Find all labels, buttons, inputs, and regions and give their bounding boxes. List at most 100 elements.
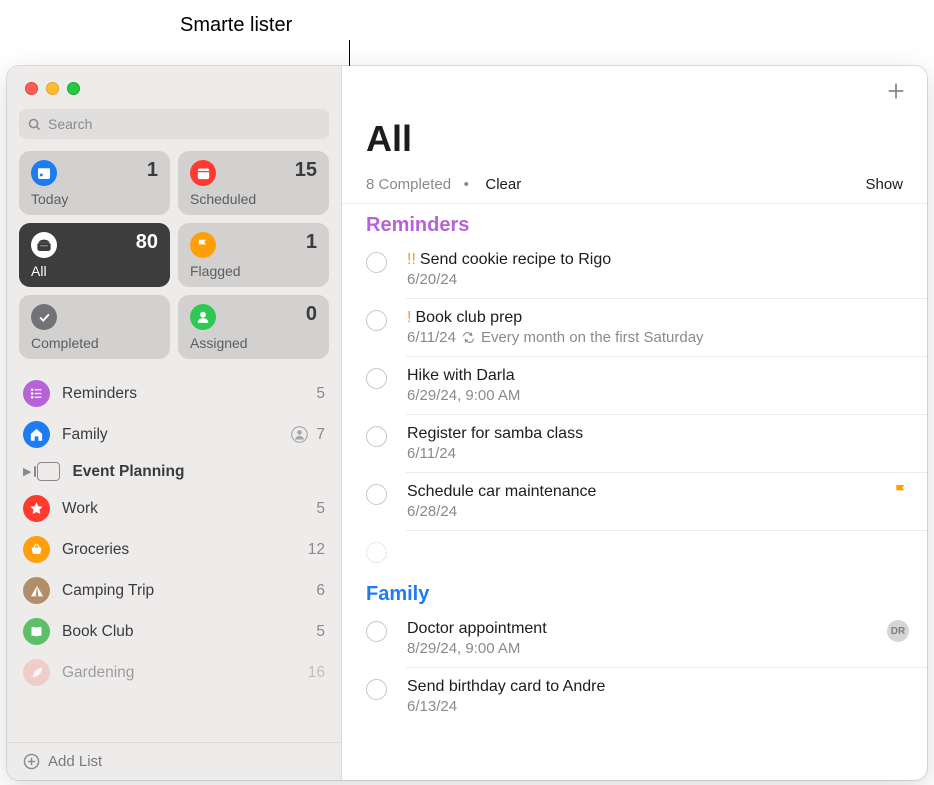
search-input[interactable]: Search [19,109,329,139]
tent-icon [23,577,50,604]
leaf-icon [23,659,50,686]
complete-toggle[interactable] [366,679,387,700]
smart-card-scheduled[interactable]: 15Scheduled [178,151,329,215]
clear-button[interactable]: Clear [485,176,521,193]
list-count: 12 [308,541,325,559]
list-label: Work [62,500,316,518]
reminder-subtitle: 6/11/24 Every month on the first Saturda… [407,329,909,346]
bullets-icon [23,380,50,407]
reminder-subtitle: 6/11/24 [407,445,909,462]
list-row-reminders[interactable]: Reminders5 [13,373,335,414]
smart-label: Flagged [190,263,317,279]
new-reminder-button[interactable] [885,80,907,102]
sidebar: Search 1Today15Scheduled80All1FlaggedCom… [7,66,342,780]
reminder-subtitle: 6/20/24 [407,271,909,288]
smart-card-flagged[interactable]: 1Flagged [178,223,329,287]
reminder-item[interactable]: !! Send cookie recipe to Rigo 6/20/24 [342,241,927,298]
smart-count: 0 [306,303,317,326]
complete-toggle[interactable] [366,484,387,505]
completed-count: 8 Completed [366,176,451,193]
list-row-evplanning[interactable]: ▶Event Planning [13,455,335,488]
minimize-window[interactable] [46,82,59,95]
reminder-item[interactable]: Register for samba class6/11/24 [342,415,927,472]
list-count: 7 [316,426,325,444]
smart-label: All [31,263,158,279]
annotation-label: Smarte lister [180,14,292,37]
smart-label: Completed [31,335,158,351]
reminder-subtitle: 8/29/24, 9:00 AM [407,640,879,657]
assignee-avatar: DR [887,620,909,642]
reminder-title: Send cookie recipe to Rigo [420,251,611,269]
list-label: Camping Trip [62,582,316,600]
smart-count: 80 [136,231,158,254]
smart-count: 1 [147,159,158,182]
reminders-content[interactable]: Reminders!! Send cookie recipe to Rigo 6/… [342,203,927,780]
toolbar [342,66,927,102]
plus-circle-icon [23,753,40,770]
chevron-right-icon: ▶ [23,465,31,478]
list-row-bookclub[interactable]: Book Club5 [13,611,335,652]
flag-icon [893,483,909,499]
dot: • [464,176,469,193]
reminder-item[interactable]: Hike with Darla6/29/24, 9:00 AM [342,357,927,414]
flagged-icon [190,232,216,258]
completed-bar: 8 Completed • Clear Show [342,166,927,203]
reminder-subtitle: 6/29/24, 9:00 AM [407,387,909,404]
close-window[interactable] [25,82,38,95]
list-row-groceries[interactable]: Groceries12 [13,529,335,570]
reminder-title: Send birthday card to Andre [407,678,605,696]
reminder-item[interactable]: Schedule car maintenance6/28/24 [342,473,927,530]
complete-toggle[interactable] [366,310,387,331]
show-button[interactable]: Show [865,176,903,193]
reminder-item[interactable]: Send birthday card to Andre 6/13/24 [342,668,927,725]
home-icon [23,421,50,448]
reminder-subtitle: 6/13/24 [407,698,909,715]
smart-card-completed[interactable]: Completed [19,295,170,359]
reminder-title: Book club prep [415,309,522,327]
smart-card-assigned[interactable]: 0Assigned [178,295,329,359]
smart-card-all[interactable]: 80 All [19,223,170,287]
today-icon [31,160,57,186]
priority-icon: !! [407,251,416,269]
reminder-item[interactable]: ! Book club prep 6/11/24 Every month on t… [342,299,927,356]
complete-toggle[interactable] [366,621,387,642]
complete-toggle[interactable] [366,368,387,389]
list-row-family[interactable]: Family 7 [13,414,335,455]
repeat-icon [462,331,475,344]
list-row-gardening[interactable]: Gardening16 [13,652,335,693]
scheduled-icon [190,160,216,186]
complete-toggle[interactable] [366,426,387,447]
reminder-subtitle: 6/28/24 [407,503,885,520]
priority-icon: ! [407,309,411,327]
smart-lists-grid: 1Today15Scheduled80All1FlaggedCompleted0… [7,151,341,359]
complete-toggle[interactable] [366,542,387,563]
list-row-work[interactable]: Work5 [13,488,335,529]
add-list-label: Add List [48,753,102,770]
list-count: 5 [316,500,325,518]
reminder-item[interactable]: Doctor appointment 8/29/24, 9:00 AM DR [342,610,927,667]
assigned-icon [190,304,216,330]
list-label: Gardening [62,664,308,682]
list-count: 16 [308,664,325,682]
list-label: Reminders [62,385,316,403]
reminder-title: Doctor appointment [407,620,547,638]
list-count: 5 [316,623,325,641]
list-count: 5 [316,385,325,403]
main-header: All [342,102,927,166]
shared-icon [291,426,308,443]
folder-icon [37,462,60,481]
search-placeholder: Search [48,116,92,132]
list-label: Family [62,426,291,444]
list-row-camping[interactable]: Camping Trip6 [13,570,335,611]
section-title: Reminders [342,204,927,241]
add-list-button[interactable]: Add List [7,742,341,780]
complete-toggle[interactable] [366,252,387,273]
basket-icon [23,536,50,563]
new-reminder-placeholder[interactable] [342,531,927,573]
book-icon [23,618,50,645]
smart-count: 15 [295,159,317,182]
zoom-window[interactable] [67,82,80,95]
search-icon [27,117,42,132]
smart-card-today[interactable]: 1Today [19,151,170,215]
all-icon [31,232,57,258]
